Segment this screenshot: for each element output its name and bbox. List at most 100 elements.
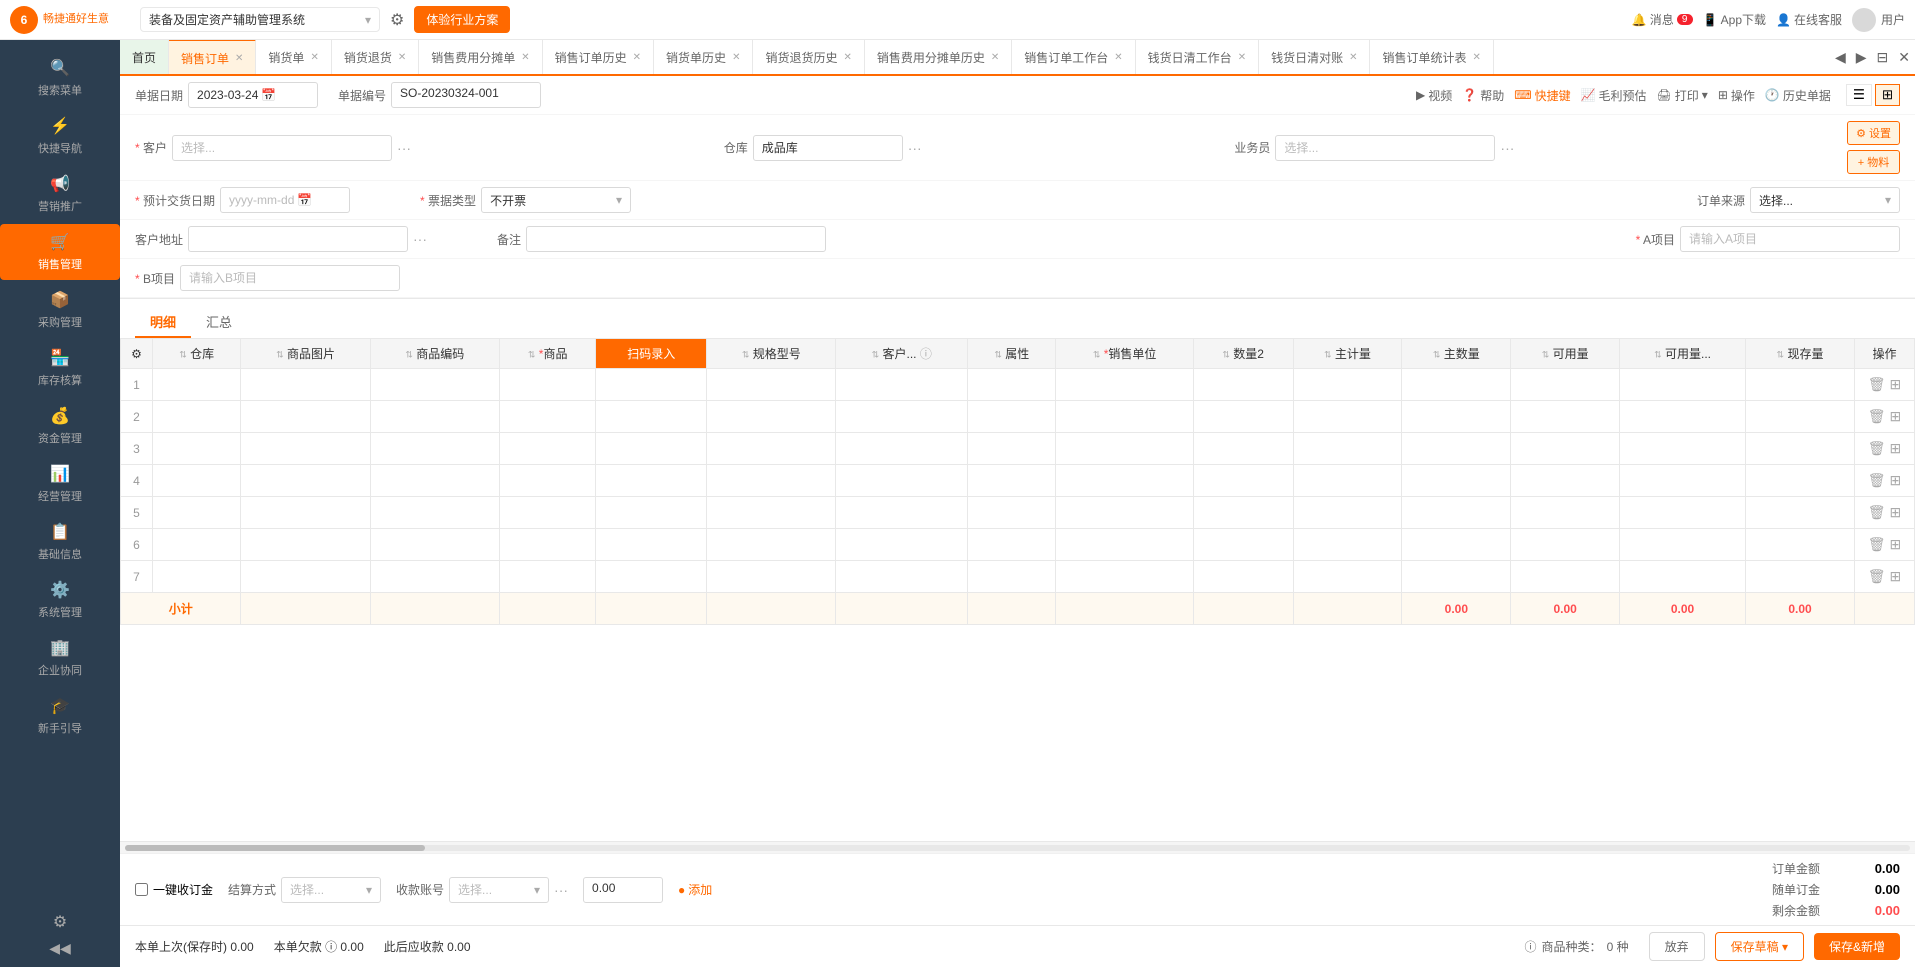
copy-row-1[interactable]: ⊞ bbox=[1890, 376, 1902, 393]
tab-sales-summary[interactable]: 销售订单统计表 ✕ bbox=[1370, 40, 1493, 75]
quick-deposit-checkbox[interactable] bbox=[135, 883, 148, 896]
sidebar-item-inventory[interactable]: 🏪 库存核算 bbox=[0, 340, 120, 396]
account-select[interactable]: 选择... ▾ bbox=[449, 877, 549, 903]
profit-btn[interactable]: 📈 毛利预估 bbox=[1581, 87, 1647, 104]
industry-button[interactable]: 体验行业方案 bbox=[414, 6, 510, 33]
tab-credit-reconcile-close[interactable]: ✕ bbox=[1349, 52, 1357, 63]
tab-fee-history-close[interactable]: ✕ bbox=[991, 52, 999, 63]
warehouse-dots[interactable]: ··· bbox=[908, 140, 922, 156]
delete-row-5[interactable]: 🗑 bbox=[1868, 504, 1886, 521]
copy-row-7[interactable]: ⊞ bbox=[1890, 568, 1902, 585]
delivery-cal-icon[interactable]: 📅 bbox=[297, 193, 312, 207]
tab-sales-fee-split[interactable]: 销售费用分摊单 ✕ bbox=[419, 40, 542, 75]
order-num-input[interactable]: SO-20230324-001 bbox=[391, 82, 541, 108]
tab-expand-button[interactable]: ⊟ bbox=[1872, 49, 1894, 66]
sidebar-item-guide[interactable]: 🎓 新手引导 bbox=[0, 688, 120, 744]
sidebar-item-finance[interactable]: 💰 资金管理 bbox=[0, 398, 120, 454]
user-menu[interactable]: 用户 bbox=[1852, 8, 1905, 32]
help-btn[interactable]: ❓ 帮助 bbox=[1462, 87, 1504, 104]
delete-row-4[interactable]: 🗑 bbox=[1868, 472, 1886, 489]
delete-row-7[interactable]: 🗑 bbox=[1868, 568, 1886, 585]
sidebar-item-basic[interactable]: 📋 基础信息 bbox=[0, 514, 120, 570]
tab-sales-return-close[interactable]: ✕ bbox=[310, 52, 318, 63]
account-dots[interactable]: ··· bbox=[554, 882, 568, 898]
tab-sales-refund[interactable]: 销货退货 ✕ bbox=[332, 40, 419, 75]
tab-close-all-button[interactable]: ✕ bbox=[1893, 49, 1915, 66]
tab-refund-history-close[interactable]: ✕ bbox=[843, 52, 851, 63]
tab-sales-refund-close[interactable]: ✕ bbox=[398, 52, 406, 63]
tab-fee-history[interactable]: 销售费用分摊单历史 ✕ bbox=[865, 40, 1012, 75]
copy-row-3[interactable]: ⊞ bbox=[1890, 440, 1902, 457]
sidebar-item-purchase[interactable]: 📦 采购管理 bbox=[0, 282, 120, 338]
grid-view-btn[interactable]: ☰ bbox=[1846, 84, 1872, 106]
staff-dots[interactable]: ··· bbox=[1500, 140, 1514, 156]
app-download-button[interactable]: 📱 App下载 bbox=[1703, 11, 1766, 28]
invoice-select[interactable]: 不开票 ▾ bbox=[481, 187, 631, 213]
add-payment-btn[interactable]: ● 添加 bbox=[678, 881, 712, 898]
tab-sales-fee-split-close[interactable]: ✕ bbox=[521, 52, 529, 63]
shortcut-btn[interactable]: ⌨ 快捷键 bbox=[1514, 87, 1570, 104]
tab-return-history[interactable]: 销货单历史 ✕ bbox=[654, 40, 753, 75]
tab-refund-history[interactable]: 销货退货历史 ✕ bbox=[753, 40, 864, 75]
form-view-btn[interactable]: ⊞ bbox=[1875, 84, 1900, 106]
tab-credit-daily[interactable]: 钱货日清工作台 ✕ bbox=[1136, 40, 1259, 75]
copy-row-6[interactable]: ⊞ bbox=[1890, 536, 1902, 553]
copy-row-4[interactable]: ⊞ bbox=[1890, 472, 1902, 489]
discard-button[interactable]: 放弃 bbox=[1649, 932, 1705, 961]
app-selector[interactable]: 装备及固定资产辅助管理系统 ▾ bbox=[140, 7, 380, 32]
address-input[interactable] bbox=[188, 226, 408, 252]
deposit-amount-input[interactable]: 0.00 bbox=[583, 877, 663, 903]
scroll-thumb[interactable] bbox=[125, 845, 425, 851]
calendar-icon[interactable]: 📅 bbox=[261, 88, 276, 102]
pay-method-select[interactable]: 选择... ▾ bbox=[281, 877, 381, 903]
delete-row-1[interactable]: 🗑 bbox=[1868, 376, 1886, 393]
tab-home[interactable]: 首页 bbox=[120, 40, 169, 75]
settings-btn[interactable]: ⚙ 设置 bbox=[1847, 121, 1900, 145]
quick-deposit-checkbox-label[interactable]: 一键收订金 bbox=[135, 881, 213, 898]
sidebar-item-nav[interactable]: ⚡ 快捷导航 bbox=[0, 108, 120, 164]
tab-workbench-close[interactable]: ✕ bbox=[1114, 52, 1122, 63]
save-draft-button[interactable]: 保存草稿 ▾ bbox=[1715, 932, 1804, 961]
tab-workbench[interactable]: 销售订单工作台 ✕ bbox=[1012, 40, 1135, 75]
sidebar-item-marketing[interactable]: 📢 营销推广 bbox=[0, 166, 120, 222]
tab-sales-order-close[interactable]: ✕ bbox=[235, 53, 243, 64]
tab-return-history-close[interactable]: ✕ bbox=[732, 52, 740, 63]
tab-credit-daily-close[interactable]: ✕ bbox=[1238, 52, 1246, 63]
tab-credit-reconcile[interactable]: 钱货日清对账 ✕ bbox=[1259, 40, 1370, 75]
section-tab-detail[interactable]: 明细 bbox=[135, 307, 191, 338]
sidebar-item-system[interactable]: ⚙️ 系统管理 bbox=[0, 572, 120, 628]
customer-dots[interactable]: ··· bbox=[397, 140, 411, 156]
tab-sales-summary-close[interactable]: ✕ bbox=[1473, 52, 1481, 63]
sidebar-item-operations[interactable]: 📊 经营管理 bbox=[0, 456, 120, 512]
delete-row-3[interactable]: 🗑 bbox=[1868, 440, 1886, 457]
th-barcode[interactable]: 扫码录入 bbox=[596, 339, 707, 369]
copy-row-2[interactable]: ⊞ bbox=[1890, 408, 1902, 425]
customer-input[interactable]: 选择... bbox=[172, 135, 392, 161]
messages-button[interactable]: 🔔 消息 9 bbox=[1632, 11, 1693, 28]
add-material-btn[interactable]: + 物料 bbox=[1847, 150, 1900, 174]
delete-row-2[interactable]: 🗑 bbox=[1868, 408, 1886, 425]
copy-row-5[interactable]: ⊞ bbox=[1890, 504, 1902, 521]
tab-sales-order[interactable]: 销售订单 ✕ bbox=[169, 40, 256, 75]
tab-order-history[interactable]: 销售订单历史 ✕ bbox=[543, 40, 654, 75]
delete-row-6[interactable]: 🗑 bbox=[1868, 536, 1886, 553]
print-btn[interactable]: 🖨 打印 ▾ bbox=[1657, 87, 1708, 104]
history-btn[interactable]: 🕐 历史单据 bbox=[1765, 87, 1831, 104]
tab-next-button[interactable]: ▶ bbox=[1851, 49, 1872, 66]
tab-sales-return[interactable]: 销货单 ✕ bbox=[256, 40, 331, 75]
section-tab-summary[interactable]: 汇总 bbox=[191, 307, 247, 338]
address-dots[interactable]: ··· bbox=[413, 231, 427, 247]
order-source-select[interactable]: 选择... ▾ bbox=[1750, 187, 1900, 213]
sidebar-collapse-icon[interactable]: ◀◀ bbox=[49, 940, 71, 957]
view-btn[interactable]: ▶ 视频 bbox=[1416, 87, 1452, 104]
sidebar-settings-icon[interactable]: ⚙ bbox=[53, 912, 67, 932]
save-new-button[interactable]: 保存&新增 bbox=[1814, 933, 1900, 960]
warehouse-input[interactable]: 成品库 bbox=[753, 135, 903, 161]
remarks-input[interactable] bbox=[526, 226, 826, 252]
sidebar-item-enterprise[interactable]: 🏢 企业协同 bbox=[0, 630, 120, 686]
date-input[interactable]: 2023-03-24 📅 bbox=[188, 82, 318, 108]
sidebar-item-sales[interactable]: 🛒 销售管理 bbox=[0, 224, 120, 280]
th-settings[interactable]: ⚙ bbox=[121, 339, 153, 369]
sidebar-item-search[interactable]: 🔍 搜索菜单 bbox=[0, 50, 120, 106]
delivery-input[interactable]: yyyy-mm-dd 📅 bbox=[220, 187, 350, 213]
